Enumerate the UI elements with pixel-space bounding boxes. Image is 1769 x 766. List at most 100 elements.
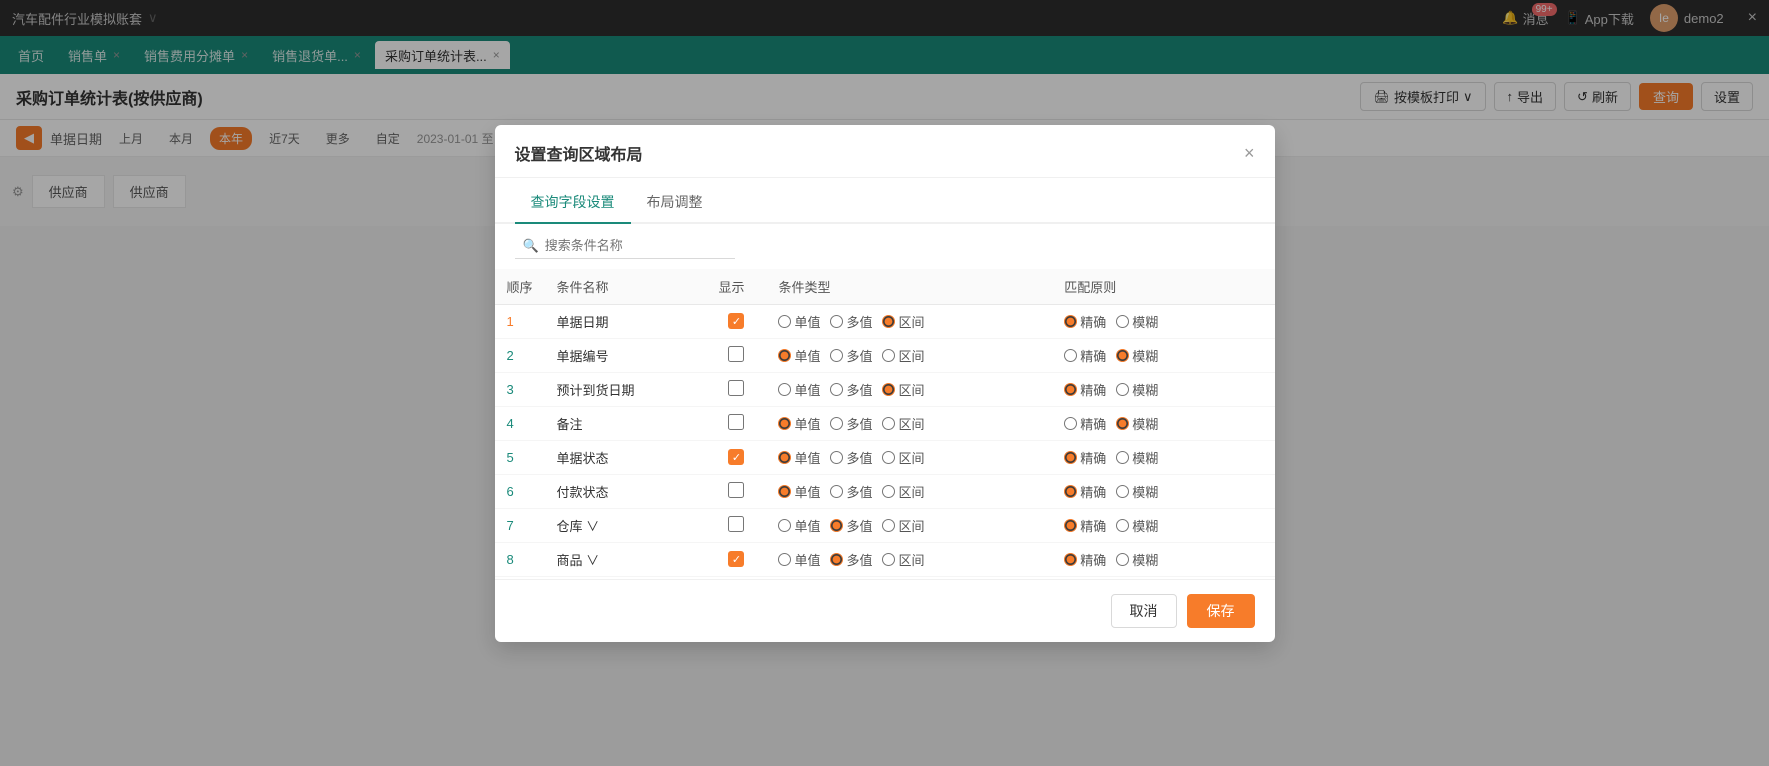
type-option-多值[interactable]: 多值 [830,550,872,569]
cell-type: 单值多值区间 [766,338,1052,372]
cell-matching: 精确模糊 [1052,508,1274,542]
type-option-区间[interactable]: 区间 [882,448,924,467]
cell-name: 单据编号 [545,338,707,372]
match-option-精确[interactable]: 精确 [1064,482,1106,501]
match-option-精确[interactable]: 精确 [1064,346,1106,365]
type-option-单值[interactable]: 单值 [778,414,820,433]
type-option-区间[interactable]: 区间 [882,482,924,501]
cell-name: 商品 ∨ [545,542,707,576]
dialog-close-btn[interactable]: × [1244,144,1255,162]
cell-type: 单值多值区间 [766,508,1052,542]
display-checkbox[interactable] [728,482,744,498]
cell-name: 单据日期 [545,304,707,338]
th-display: 显示 [706,269,766,305]
cell-order: 2 [495,338,545,372]
match-option-精确[interactable]: 精确 [1064,312,1106,331]
display-checkbox[interactable] [728,449,744,465]
type-option-多值[interactable]: 多值 [830,380,872,399]
cell-display [706,406,766,440]
type-option-区间[interactable]: 区间 [882,550,924,569]
fields-table: 顺序 条件名称 显示 条件类型 匹配原则 1单据日期单值多值区间精确模糊2单据编… [495,269,1275,579]
cell-matching: 精确模糊 [1052,440,1274,474]
cell-order: 8 [495,542,545,576]
display-checkbox[interactable] [728,313,744,329]
cell-type: 单值多值区间 [766,474,1052,508]
type-option-单值[interactable]: 单值 [778,380,820,399]
table-row: 4备注 单值多值区间 精确模糊 [495,406,1275,440]
tab-fields[interactable]: 查询字段设置 [515,182,631,224]
modal-overlay: 设置查询区域布局 × 查询字段设置 布局调整 🔍 [0,0,1769,766]
cell-display [706,440,766,474]
cell-order: 4 [495,406,545,440]
display-checkbox[interactable] [728,346,744,362]
cell-matching: 精确模糊 [1052,372,1274,406]
type-option-多值[interactable]: 多值 [830,414,872,433]
cell-matching: 精确模糊 [1052,406,1274,440]
type-option-单值[interactable]: 单值 [778,516,820,535]
table-row: 5单据状态单值多值区间精确模糊 [495,440,1275,474]
match-option-模糊[interactable]: 模糊 [1116,516,1158,535]
table-row: 7仓库 ∨单值多值区间精确模糊 [495,508,1275,542]
match-option-精确[interactable]: 精确 [1064,414,1106,433]
cell-type: 单值多值区间 [766,440,1052,474]
dialog-footer: 取消 保存 [495,579,1275,642]
th-name: 条件名称 [545,269,707,305]
cell-display [706,372,766,406]
type-option-多值[interactable]: 多值 [830,448,872,467]
cell-matching: 精确模糊 [1052,474,1274,508]
type-option-区间[interactable]: 区间 [882,380,924,399]
table-header-row: 顺序 条件名称 显示 条件类型 匹配原则 [495,269,1275,305]
cell-matching: 精确模糊 [1052,304,1274,338]
type-option-多值[interactable]: 多值 [830,482,872,501]
cell-name: 预计到货日期 [545,372,707,406]
display-checkbox[interactable] [728,380,744,396]
dialog-body: 查询字段设置 布局调整 🔍 顺序 条 [495,178,1275,579]
search-input[interactable] [545,238,727,253]
cell-display [706,508,766,542]
type-option-区间[interactable]: 区间 [882,312,924,331]
table-row: 1单据日期单值多值区间精确模糊 [495,304,1275,338]
type-option-多值[interactable]: 多值 [830,312,872,331]
table-row: 2单据编号单值多值区间精确模糊 [495,338,1275,372]
cell-display [706,338,766,372]
type-option-区间[interactable]: 区间 [882,346,924,365]
table-row: 3预计到货日期单值多值区间精确模糊 [495,372,1275,406]
match-option-模糊[interactable]: 模糊 [1116,312,1158,331]
type-option-单值[interactable]: 单值 [778,482,820,501]
fields-tbody: 1单据日期单值多值区间精确模糊2单据编号单值多值区间精确模糊3预计到货日期单值多… [495,304,1275,579]
display-checkbox[interactable] [728,414,744,430]
th-type: 条件类型 [766,269,1052,305]
th-matching: 匹配原则 [1052,269,1274,305]
type-option-单值[interactable]: 单值 [778,346,820,365]
match-option-模糊[interactable]: 模糊 [1116,414,1158,433]
search-box: 🔍 [515,234,735,259]
match-option-精确[interactable]: 精确 [1064,380,1106,399]
search-icon: 🔍 [523,238,539,254]
save-btn[interactable]: 保存 [1187,594,1255,628]
type-option-多值[interactable]: 多值 [830,516,872,535]
match-option-模糊[interactable]: 模糊 [1116,482,1158,501]
match-option-模糊[interactable]: 模糊 [1116,550,1158,569]
fields-table-container: 顺序 条件名称 显示 条件类型 匹配原则 1单据日期单值多值区间精确模糊2单据编… [495,269,1275,579]
match-option-精确[interactable]: 精确 [1064,516,1106,535]
cancel-btn[interactable]: 取消 [1111,594,1177,628]
tab-layout[interactable]: 布局调整 [631,182,719,224]
type-option-区间[interactable]: 区间 [882,414,924,433]
match-option-精确[interactable]: 精确 [1064,550,1106,569]
match-option-精确[interactable]: 精确 [1064,448,1106,467]
match-option-模糊[interactable]: 模糊 [1116,380,1158,399]
cell-name: 仓库 ∨ [545,508,707,542]
type-option-单值[interactable]: 单值 [778,312,820,331]
cell-matching: 精确模糊 [1052,542,1274,576]
type-option-单值[interactable]: 单值 [778,448,820,467]
type-option-多值[interactable]: 多值 [830,346,872,365]
type-option-单值[interactable]: 单值 [778,550,820,569]
dialog-title: 设置查询区域布局 [515,141,643,165]
cell-name: 备注 [545,406,707,440]
type-option-区间[interactable]: 区间 [882,516,924,535]
match-option-模糊[interactable]: 模糊 [1116,448,1158,467]
display-checkbox[interactable] [728,516,744,532]
th-order: 顺序 [495,269,545,305]
match-option-模糊[interactable]: 模糊 [1116,346,1158,365]
display-checkbox[interactable] [728,551,744,567]
